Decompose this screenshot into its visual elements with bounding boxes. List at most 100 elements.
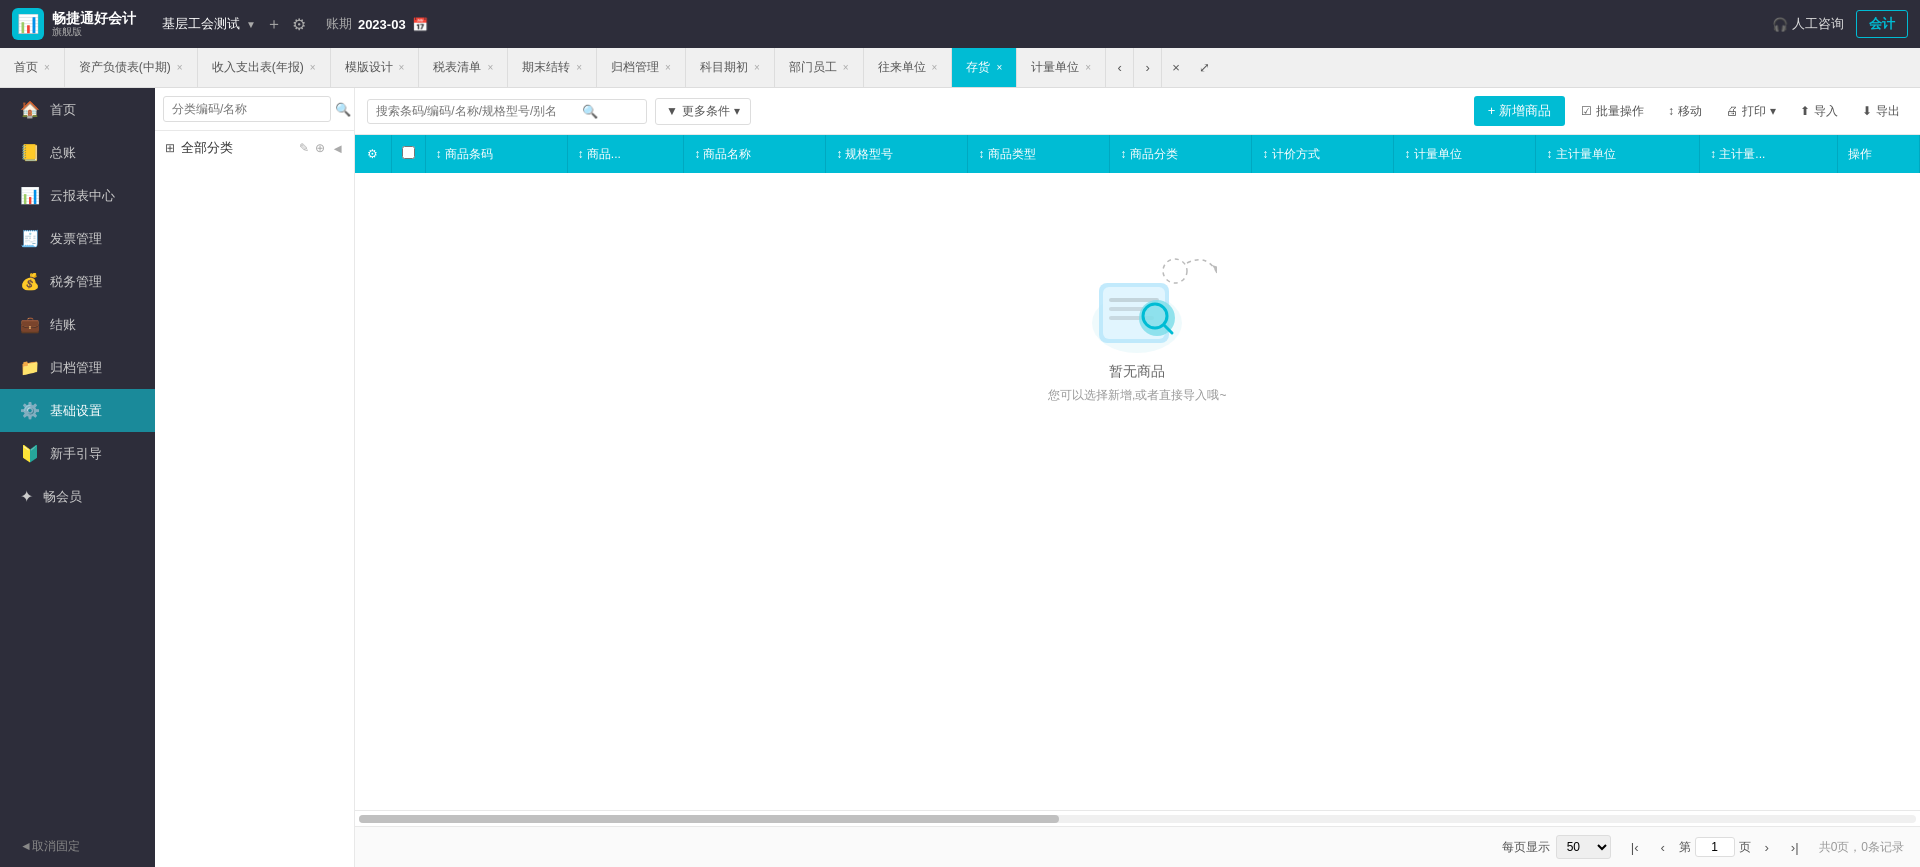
tab-dept-close[interactable]: × [843,62,849,73]
period-value: 2023-03 [358,17,406,32]
tab-period-end-label: 期末结转 [522,59,570,76]
category-collapse-icon[interactable]: ◄ [331,141,344,156]
top-right: 🎧 人工咨询 会计 [1772,10,1908,38]
sidebar-item-basic[interactable]: ⚙️ 基础设置 [0,389,155,432]
next-page-button[interactable]: › [1755,835,1779,859]
last-page-button[interactable]: ›| [1783,835,1807,859]
more-conditions-arrow: ▾ [734,104,740,118]
tab-template[interactable]: 模版设计 × [331,48,420,88]
print-button[interactable]: 🖨 打印 ▾ [1718,99,1784,124]
filter-search-icon[interactable]: 🔍 [582,104,598,119]
sidebar-item-reports[interactable]: 📊 云报表中心 [0,174,155,217]
company-name: 基层工会测试 [162,15,240,33]
settings-icon[interactable]: ⚙ [292,15,306,34]
export-button[interactable]: ⬇ 导出 [1854,99,1908,124]
add-workspace-button[interactable]: ＋ [266,14,282,35]
th-code[interactable]: ↕ 商品... [567,135,684,173]
sidebar-reports-label: 云报表中心 [50,187,115,205]
th-main-unit[interactable]: ↕ 主计量单位 [1536,135,1700,173]
account-button[interactable]: 会计 [1856,10,1908,38]
select-all-checkbox[interactable] [402,146,415,159]
invoice-icon: 🧾 [20,229,40,248]
tab-unit[interactable]: 计量单位 × [1017,48,1106,88]
tab-tax-list-close[interactable]: × [487,62,493,73]
tab-inventory-close[interactable]: × [996,62,1002,73]
sidebar-item-settle[interactable]: 💼 结账 [0,303,155,346]
tab-period-end-close[interactable]: × [576,62,582,73]
move-button[interactable]: ↕ 移动 [1660,99,1710,124]
th-spec-label: ↕ 规格型号 [836,146,893,163]
page-input[interactable] [1695,837,1735,857]
tab-account-init-close[interactable]: × [754,62,760,73]
th-col3[interactable]: ↕ 主计量... [1700,135,1838,173]
tab-income-close[interactable]: × [310,62,316,73]
tab-partner-close[interactable]: × [932,62,938,73]
top-bar: 📊 畅捷通好会计 旗舰版 基层工会测试 ▼ ＋ ⚙ 账期 2023-03 📅 🎧… [0,0,1920,48]
th-name[interactable]: ↕ 商品名称 [684,135,826,173]
tab-balance[interactable]: 资产负债表(中期) × [65,48,198,88]
th-category[interactable]: ↕ 商品分类 [1110,135,1252,173]
sidebar-item-invoice[interactable]: 🧾 发票管理 [0,217,155,260]
tab-home-close[interactable]: × [44,62,50,73]
sidebar-collapse-label: ◄取消固定 [20,838,80,855]
category-label[interactable]: 全部分类 [181,139,293,157]
sidebar-item-home[interactable]: 🏠 首页 [0,88,155,131]
tab-home[interactable]: 首页 × [0,48,65,88]
th-barcode[interactable]: ↕ 商品条码 [425,135,567,173]
sidebar-item-ledger[interactable]: 📒 总账 [0,131,155,174]
th-settings[interactable]: ⚙ [355,135,391,173]
sidebar-collapse-button[interactable]: ◄取消固定 [0,826,155,867]
tab-tax-list[interactable]: 税表清单 × [419,48,508,88]
th-action: 操作 [1838,135,1920,173]
settle-icon: 💼 [20,315,40,334]
category-add-icon[interactable]: ⊕ [315,141,325,155]
category-edit-icon[interactable]: ✎ [299,141,309,155]
tab-unit-close[interactable]: × [1085,62,1091,73]
logo-icon: 📊 [12,8,44,40]
calendar-icon[interactable]: 📅 [412,17,428,32]
tab-template-close[interactable]: × [399,62,405,73]
add-product-button[interactable]: + 新增商品 [1474,96,1565,126]
filter-search-input[interactable] [376,104,576,118]
tab-partner[interactable]: 往来单位 × [864,48,953,88]
import-button[interactable]: ⬆ 导入 [1792,99,1846,124]
page-size-dropdown[interactable]: 50 100 200 [1556,835,1611,859]
horizontal-scrollbar[interactable] [355,810,1920,826]
sidebar-item-archive[interactable]: 📁 归档管理 [0,346,155,389]
prev-page-button[interactable]: ‹ [1651,835,1675,859]
th-unit[interactable]: ↕ 计量单位 [1394,135,1536,173]
company-selector[interactable]: 基层工会测试 ▼ [162,15,256,33]
sidebar-member-label: 畅会员 [43,488,82,506]
tab-scroll-left[interactable]: ‹ [1106,48,1134,88]
sidebar-item-member[interactable]: ✦ 畅会员 [0,475,155,518]
tab-inventory[interactable]: 存货 × [952,48,1017,88]
sidebar-item-guide[interactable]: 🔰 新手引导 [0,432,155,475]
tab-income[interactable]: 收入支出表(年报) × [198,48,331,88]
tab-balance-close[interactable]: × [177,62,183,73]
tab-account-init[interactable]: 科目期初 × [686,48,775,88]
tab-scroll-right[interactable]: › [1134,48,1162,88]
tab-expand-button[interactable]: ⤢ [1190,48,1218,88]
tab-close-all-button[interactable]: × [1162,48,1190,88]
empty-illustration [1057,233,1217,363]
category-search-input[interactable] [163,96,331,122]
th-type[interactable]: ↕ 商品类型 [968,135,1110,173]
th-price-method[interactable]: ↕ 计价方式 [1252,135,1394,173]
help-button[interactable]: 🎧 人工咨询 [1772,15,1844,33]
category-search-icon[interactable]: 🔍 [335,102,351,117]
tab-period-end[interactable]: 期末结转 × [508,48,597,88]
more-conditions-button[interactable]: ▼ 更多条件 ▾ [655,98,751,125]
th-spec[interactable]: ↕ 规格型号 [826,135,968,173]
empty-row: 暂无商品 您可以选择新增,或者直接导入哦~ [355,173,1920,464]
tab-archive-close[interactable]: × [665,62,671,73]
batch-button[interactable]: ☑ 批量操作 [1573,99,1652,124]
scrollbar-thumb[interactable] [359,815,1059,823]
sidebar-settle-label: 结账 [50,316,76,334]
tab-archive[interactable]: 归档管理 × [597,48,686,88]
first-page-button[interactable]: |‹ [1623,835,1647,859]
tab-dept[interactable]: 部门员工 × [775,48,864,88]
tab-home-label: 首页 [14,59,38,76]
sidebar-item-tax[interactable]: 💰 税务管理 [0,260,155,303]
th-checkbox[interactable] [391,135,425,173]
sidebar: 🏠 首页 📒 总账 📊 云报表中心 🧾 发票管理 💰 税务管理 💼 结账 📁 归… [0,88,155,867]
